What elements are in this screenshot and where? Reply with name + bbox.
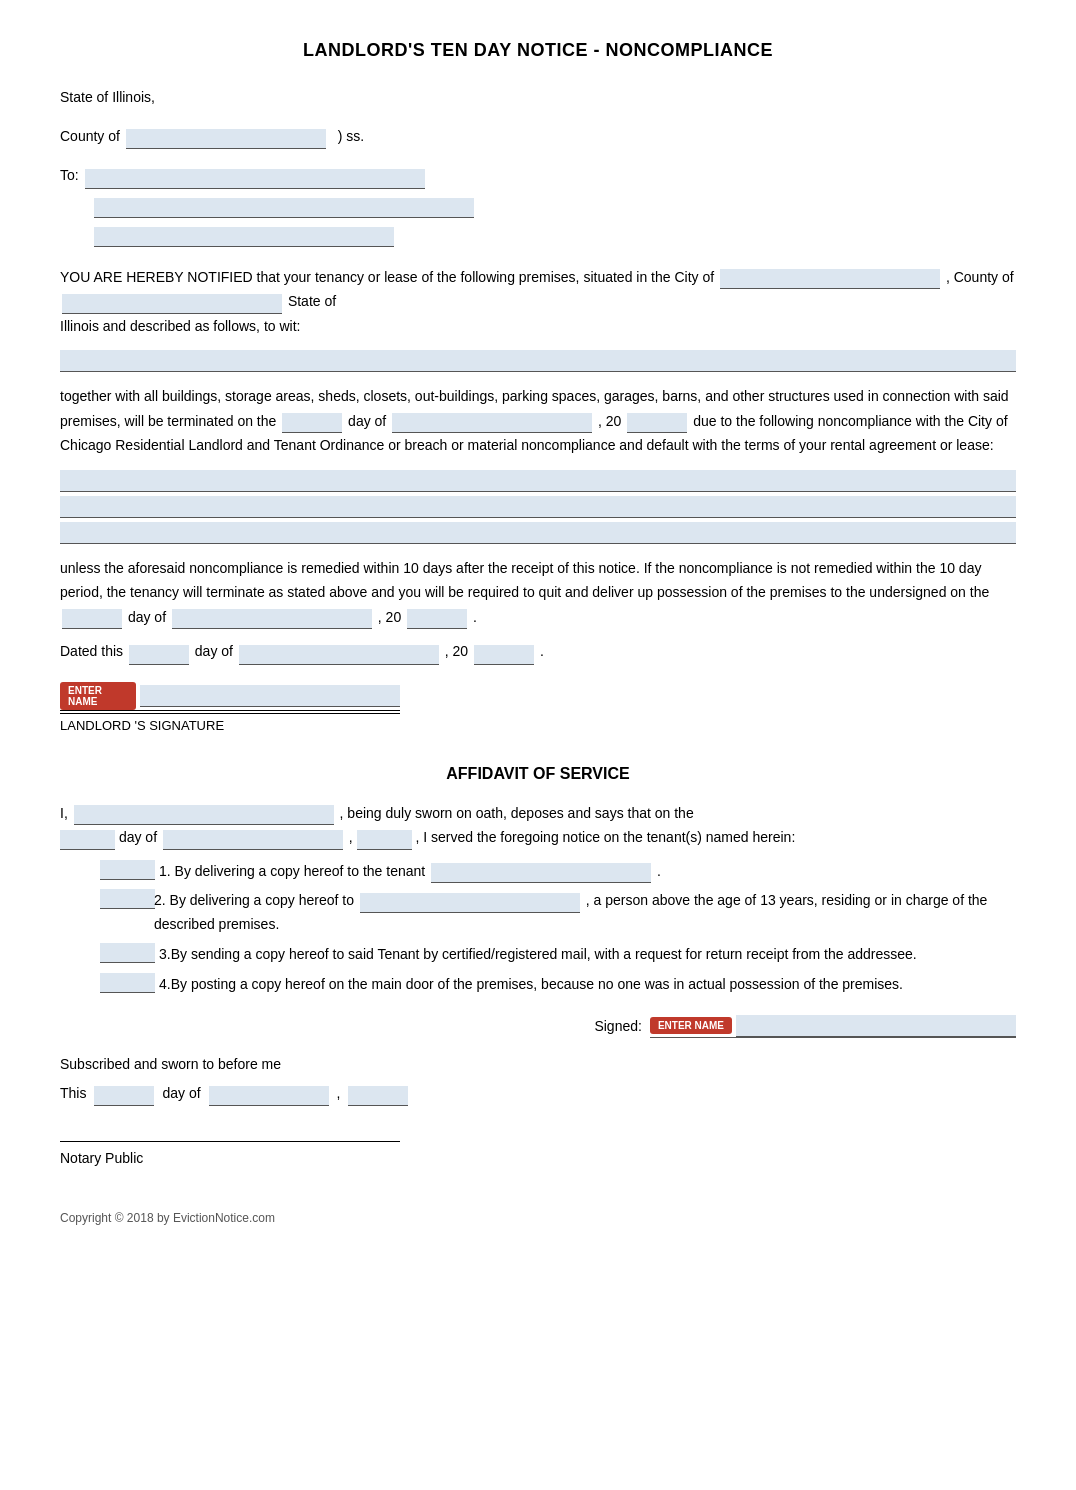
- notary-month-input[interactable]: [209, 1086, 329, 1106]
- to-label: To:: [60, 163, 79, 188]
- service4-check[interactable]: [100, 973, 155, 993]
- ss-label: ) ss.: [338, 128, 364, 144]
- aff-month-input[interactable]: [163, 830, 343, 850]
- copyright: Copyright © 2018 by EvictionNotice.com: [60, 1211, 1016, 1225]
- landlord-signature-block: ENTER NAME LANDLORD 'S SIGNATURE: [60, 683, 1016, 733]
- quit-day-input[interactable]: [62, 609, 122, 629]
- body-para-1: YOU ARE HEREBY NOTIFIED that your tenanc…: [60, 265, 1016, 339]
- quit-month-input[interactable]: [172, 609, 372, 629]
- county-input[interactable]: [126, 129, 326, 149]
- service2-name-input[interactable]: [360, 893, 580, 913]
- aff-year-input[interactable]: [357, 830, 412, 850]
- service-item-1: 1. By delivering a copy hereof to the te…: [100, 860, 1016, 884]
- to-input-1[interactable]: [85, 169, 425, 189]
- affiant-name-input[interactable]: [74, 805, 334, 825]
- to-input-2[interactable]: [94, 198, 474, 218]
- termination-month-input[interactable]: [392, 413, 592, 433]
- to-input-3[interactable]: [94, 227, 394, 247]
- signed-input[interactable]: [736, 1015, 1016, 1037]
- noncompliance-input-3[interactable]: [60, 522, 1016, 544]
- subscribed-section: Subscribed and sworn to before me This d…: [60, 1052, 1016, 1106]
- page-title: LANDLORD'S TEN DAY NOTICE - NONCOMPLIANC…: [60, 40, 1016, 61]
- county-section: County of ) ss.: [60, 124, 1016, 149]
- noncompliance-input-2[interactable]: [60, 496, 1016, 518]
- enter-name-button-2[interactable]: ENTER NAME: [650, 1017, 732, 1034]
- description-input-1[interactable]: [60, 350, 1016, 372]
- quit-year-input[interactable]: [407, 609, 467, 629]
- noncompliance-area: [60, 470, 1016, 544]
- termination-year-input[interactable]: [627, 413, 687, 433]
- body-para-3: unless the aforesaid noncompliance is re…: [60, 556, 1016, 630]
- notary-label: Notary Public: [60, 1146, 1016, 1171]
- notary-sig-line: [60, 1120, 400, 1142]
- to-section: To:: [60, 163, 1016, 247]
- description-area: [60, 350, 1016, 372]
- signed-label: Signed:: [594, 1018, 641, 1034]
- landlord-name-input[interactable]: [140, 685, 400, 707]
- county-label: County of: [60, 128, 120, 144]
- notary-day-input[interactable]: [94, 1086, 154, 1106]
- enter-name-button[interactable]: ENTER NAME: [60, 682, 136, 710]
- aff-day-input[interactable]: [60, 830, 115, 850]
- affidavit-title: AFFIDAVIT OF SERVICE: [60, 765, 1016, 783]
- noncompliance-input-1[interactable]: [60, 470, 1016, 492]
- state-line: State of Illinois,: [60, 85, 1016, 110]
- dated-day-input[interactable]: [129, 645, 189, 665]
- service3-check[interactable]: [100, 943, 155, 963]
- service2-check[interactable]: [100, 889, 155, 909]
- dated-section: Dated this day of , 20 .: [60, 639, 1016, 664]
- notary-section: Notary Public: [60, 1120, 1016, 1171]
- service-item-4: 4.By posting a copy hereof on the main d…: [100, 973, 1016, 997]
- body-para-2: together with all buildings, storage are…: [60, 384, 1016, 458]
- service1-name-input[interactable]: [431, 863, 651, 883]
- service-item-2: 2. By delivering a copy hereof to , a pe…: [100, 889, 1016, 937]
- landlord-sig-label: LANDLORD 'S SIGNATURE: [60, 718, 1016, 733]
- termination-day-input[interactable]: [282, 413, 342, 433]
- service-item-3: 3.By sending a copy hereof to said Tenan…: [100, 943, 1016, 967]
- city-input[interactable]: [720, 269, 940, 289]
- county2-input[interactable]: [62, 294, 282, 314]
- signed-row: Signed: ENTER NAME: [60, 1015, 1016, 1038]
- notary-year-input[interactable]: [348, 1086, 408, 1106]
- dated-year-input[interactable]: [474, 645, 534, 665]
- affidavit-para-1: I, , being duly sworn on oath, deposes a…: [60, 801, 1016, 850]
- service1-check[interactable]: [100, 860, 155, 880]
- dated-month-input[interactable]: [239, 645, 439, 665]
- service-items: 1. By delivering a copy hereof to the te…: [100, 860, 1016, 997]
